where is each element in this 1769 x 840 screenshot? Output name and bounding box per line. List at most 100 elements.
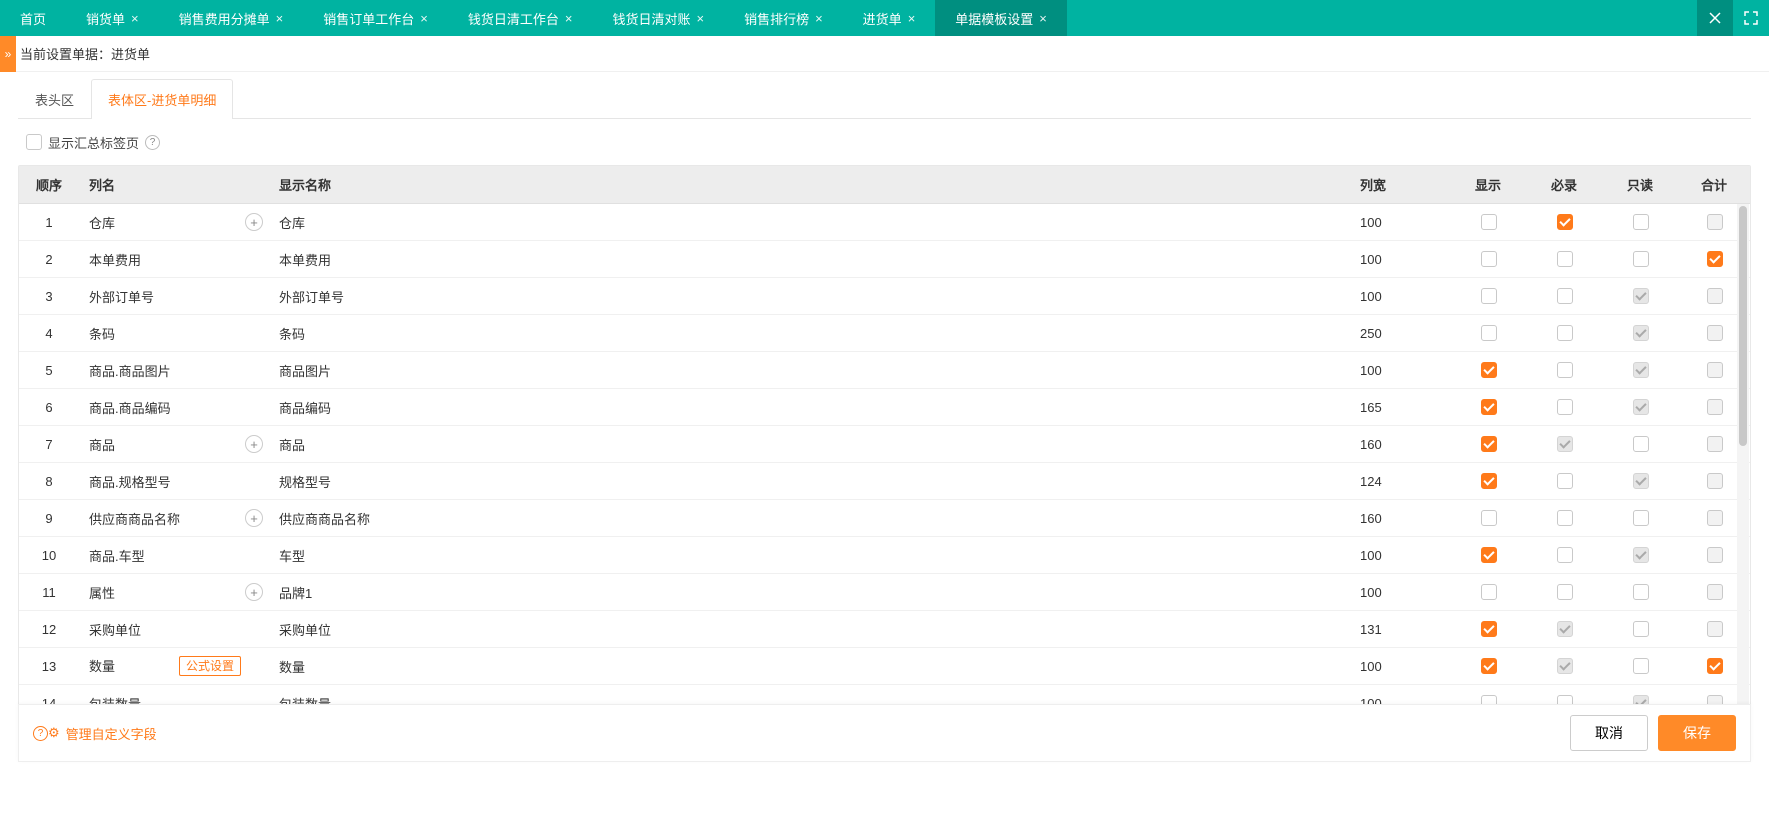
close-icon[interactable]: × — [908, 11, 916, 26]
sum-checkbox[interactable] — [1707, 658, 1723, 674]
required-checkbox[interactable] — [1557, 473, 1573, 489]
cell-width[interactable]: 100 — [1350, 537, 1450, 574]
table-row[interactable]: 6商品.商品编码商品编码165 — [19, 389, 1750, 426]
show-checkbox[interactable] — [1481, 584, 1497, 600]
sum-checkbox[interactable] — [1707, 251, 1723, 267]
show-checkbox[interactable] — [1481, 621, 1497, 637]
expand-column-button[interactable]: + — [245, 213, 263, 231]
show-checkbox[interactable] — [1481, 510, 1497, 526]
top-tab[interactable]: 进货单× — [843, 0, 936, 36]
close-icon[interactable]: × — [565, 11, 573, 26]
required-checkbox[interactable] — [1557, 214, 1573, 230]
top-tab[interactable]: 钱货日清对账× — [592, 0, 724, 36]
top-tab[interactable]: 单据模板设置× — [935, 0, 1067, 36]
cell-width[interactable]: 100 — [1350, 278, 1450, 315]
cell-width[interactable]: 100 — [1350, 204, 1450, 241]
show-checkbox[interactable] — [1481, 436, 1497, 452]
required-checkbox[interactable] — [1557, 584, 1573, 600]
cell-display-name[interactable]: 供应商商品名称 — [269, 500, 1350, 537]
readonly-checkbox[interactable] — [1633, 658, 1649, 674]
cell-display-name[interactable]: 外部订单号 — [269, 278, 1350, 315]
expand-column-button[interactable]: + — [245, 509, 263, 527]
table-scrollbar[interactable] — [1737, 204, 1749, 758]
show-checkbox[interactable] — [1481, 288, 1497, 304]
cell-display-name[interactable]: 商品编码 — [269, 389, 1350, 426]
cell-display-name[interactable]: 商品 — [269, 426, 1350, 463]
close-icon[interactable]: × — [696, 11, 704, 26]
show-checkbox[interactable] — [1481, 214, 1497, 230]
top-tab[interactable]: 钱货日清工作台× — [448, 0, 593, 36]
cell-display-name[interactable]: 条码 — [269, 315, 1350, 352]
show-checkbox[interactable] — [1481, 658, 1497, 674]
section-tab[interactable]: 表体区-进货单明细 — [91, 79, 233, 119]
top-tab[interactable]: 销售费用分摊单× — [159, 0, 304, 36]
cell-display-name[interactable]: 商品图片 — [269, 352, 1350, 389]
close-all-tabs-button[interactable] — [1697, 0, 1733, 36]
required-checkbox[interactable] — [1557, 399, 1573, 415]
cell-display-name[interactable]: 数量 — [269, 648, 1350, 685]
show-checkbox[interactable] — [1481, 547, 1497, 563]
cell-width[interactable]: 100 — [1350, 352, 1450, 389]
cell-width[interactable]: 165 — [1350, 389, 1450, 426]
required-checkbox[interactable] — [1557, 510, 1573, 526]
required-checkbox[interactable] — [1557, 251, 1573, 267]
cell-display-name[interactable]: 品牌1 — [269, 574, 1350, 611]
table-row[interactable]: 8商品.规格型号规格型号124 — [19, 463, 1750, 500]
table-row[interactable]: 3外部订单号外部订单号100 — [19, 278, 1750, 315]
formula-badge[interactable]: 公式设置 — [179, 656, 241, 676]
cell-width[interactable]: 100 — [1350, 648, 1450, 685]
table-row[interactable]: 11属性+品牌1100 — [19, 574, 1750, 611]
readonly-checkbox[interactable] — [1633, 436, 1649, 452]
cell-display-name[interactable]: 采购单位 — [269, 611, 1350, 648]
cell-width[interactable]: 131 — [1350, 611, 1450, 648]
close-icon[interactable]: × — [1039, 11, 1047, 26]
manage-custom-fields-link[interactable]: ⚙ 管理自定义字段 — [48, 724, 157, 743]
show-summary-checkbox[interactable] — [26, 134, 42, 150]
table-row[interactable]: 4条码条码250 — [19, 315, 1750, 352]
help-icon[interactable]: ? — [33, 726, 48, 741]
expand-column-button[interactable]: + — [245, 435, 263, 453]
table-row[interactable]: 2本单费用本单费用100 — [19, 241, 1750, 278]
top-tab[interactable]: 销货单× — [66, 0, 159, 36]
show-checkbox[interactable] — [1481, 473, 1497, 489]
collapse-sidebar-button[interactable]: » — [0, 36, 16, 72]
table-row[interactable]: 13数量公式设置数量100 — [19, 648, 1750, 685]
readonly-checkbox[interactable] — [1633, 510, 1649, 526]
close-icon[interactable]: × — [131, 11, 139, 26]
table-row[interactable]: 9供应商商品名称+供应商商品名称160 — [19, 500, 1750, 537]
readonly-checkbox[interactable] — [1633, 584, 1649, 600]
save-button[interactable]: 保存 — [1658, 715, 1736, 751]
fullscreen-button[interactable] — [1733, 0, 1769, 36]
show-checkbox[interactable] — [1481, 362, 1497, 378]
show-checkbox[interactable] — [1481, 251, 1497, 267]
scrollbar-thumb[interactable] — [1739, 206, 1747, 446]
table-row[interactable]: 12采购单位采购单位131 — [19, 611, 1750, 648]
close-icon[interactable]: × — [420, 11, 428, 26]
readonly-checkbox[interactable] — [1633, 214, 1649, 230]
cell-display-name[interactable]: 仓库 — [269, 204, 1350, 241]
required-checkbox[interactable] — [1557, 547, 1573, 563]
close-icon[interactable]: × — [276, 11, 284, 26]
show-checkbox[interactable] — [1481, 399, 1497, 415]
readonly-checkbox[interactable] — [1633, 251, 1649, 267]
cell-width[interactable]: 250 — [1350, 315, 1450, 352]
cell-display-name[interactable]: 车型 — [269, 537, 1350, 574]
close-icon[interactable]: × — [815, 11, 823, 26]
readonly-checkbox[interactable] — [1633, 621, 1649, 637]
cell-display-name[interactable]: 规格型号 — [269, 463, 1350, 500]
help-icon[interactable]: ? — [145, 135, 160, 150]
table-row[interactable]: 5商品.商品图片商品图片100 — [19, 352, 1750, 389]
table-row[interactable]: 7商品+商品160 — [19, 426, 1750, 463]
expand-column-button[interactable]: + — [245, 583, 263, 601]
show-checkbox[interactable] — [1481, 325, 1497, 341]
cell-width[interactable]: 100 — [1350, 241, 1450, 278]
top-tab[interactable]: 销售订单工作台× — [303, 0, 448, 36]
required-checkbox[interactable] — [1557, 362, 1573, 378]
top-tab[interactable]: 首页 — [0, 0, 66, 36]
table-row[interactable]: 10商品.车型车型100 — [19, 537, 1750, 574]
cell-display-name[interactable]: 本单费用 — [269, 241, 1350, 278]
section-tab[interactable]: 表头区 — [18, 79, 91, 119]
required-checkbox[interactable] — [1557, 325, 1573, 341]
cell-width[interactable]: 100 — [1350, 574, 1450, 611]
cell-width[interactable]: 160 — [1350, 426, 1450, 463]
